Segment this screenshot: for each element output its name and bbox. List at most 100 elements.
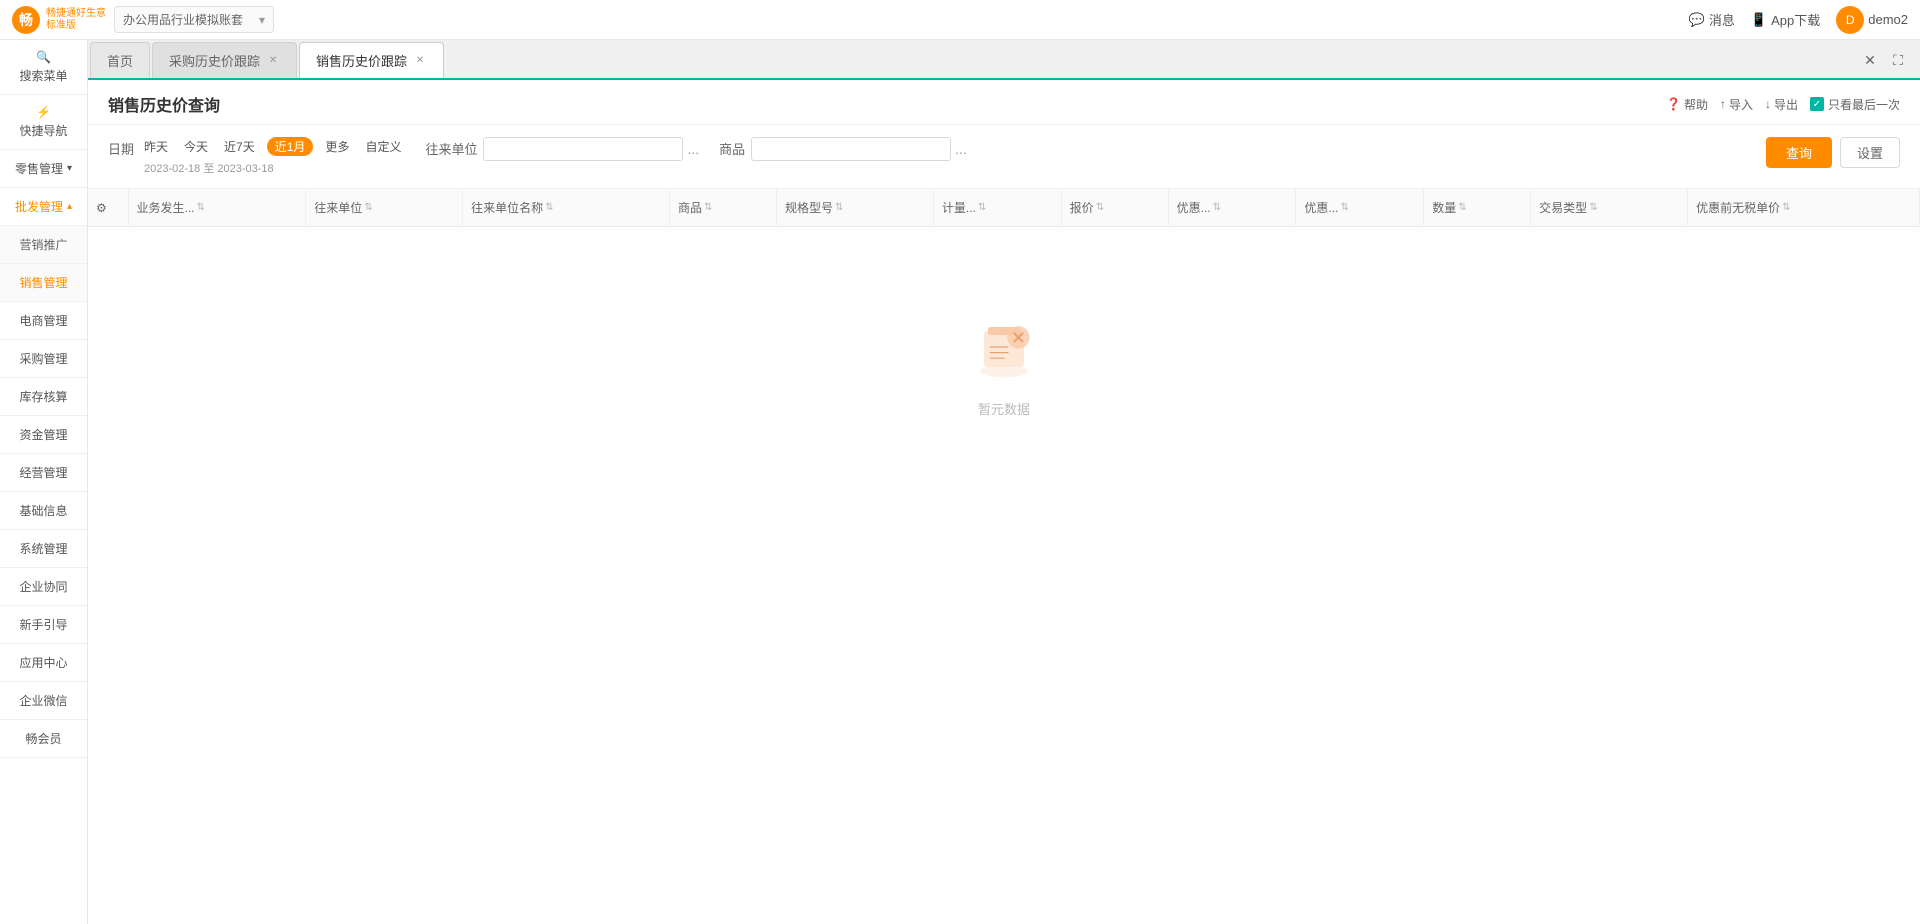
date-option-1month[interactable]: 近1月: [267, 137, 314, 156]
logo-icon: 畅: [12, 6, 40, 34]
settings-button[interactable]: 设置: [1840, 137, 1900, 168]
empty-state-icon: [964, 307, 1044, 387]
table-header-row: ⚙ 业务发生... ⇅ 往来单位: [88, 189, 1920, 227]
sort-product-icon: ⇅: [704, 202, 712, 213]
th-discount1[interactable]: 优惠... ⇅: [1168, 189, 1296, 227]
sort-spec-icon: ⇅: [835, 202, 843, 213]
help-action[interactable]: ❓ 帮助: [1666, 96, 1708, 113]
th-pre-tax-price[interactable]: 优惠前无税单价 ⇅: [1688, 189, 1920, 227]
sidebar-item-operation[interactable]: 经营管理: [0, 454, 87, 492]
page-header: 销售历史价查询 ❓ 帮助 ↑ 导入 ↓ 导出 ✓: [88, 80, 1920, 125]
sidebar-item-shortcut[interactable]: ⚡ 快捷导航: [0, 95, 87, 150]
th-biz-date-label: 业务发生...: [137, 199, 195, 216]
top-bar: 畅 畅捷通好生意标准版 办公用品行业模拟账套 ▾ 💬 消息 📱 App下载 D …: [0, 0, 1920, 40]
sidebar-item-inventory[interactable]: 库存核算: [0, 378, 87, 416]
tab-sales-history[interactable]: 销售历史价跟踪 ✕: [299, 42, 444, 78]
date-option-7days[interactable]: 近7天: [220, 137, 259, 156]
message-action[interactable]: 💬 消息: [1689, 10, 1735, 29]
sidebar-inventory-label: 库存核算: [19, 388, 67, 405]
date-option-custom[interactable]: 自定义: [361, 137, 405, 156]
sidebar-item-wechat[interactable]: 企业微信: [0, 682, 87, 720]
sort-quote-price-icon: ⇅: [1096, 202, 1104, 213]
sidebar-item-enterprise[interactable]: 企业协同: [0, 568, 87, 606]
tab-purchase-close-icon[interactable]: ✕: [266, 54, 280, 68]
sidebar-purchase-label: 采购管理: [19, 350, 67, 367]
workspace-selector[interactable]: 办公用品行业模拟账套 ▾: [114, 6, 274, 33]
top-bar-left: 畅 畅捷通好生意标准版 办公用品行业模拟账套 ▾: [12, 6, 274, 34]
th-partner[interactable]: 往来单位 ⇅: [306, 189, 463, 227]
table-container: ⚙ 业务发生... ⇅ 往来单位: [88, 189, 1920, 498]
filter-area: 日期 昨天 今天 近7天 近1月 更多 自定义 2023-02-18 至 202…: [88, 125, 1920, 189]
help-icon: ❓: [1666, 97, 1681, 111]
sidebar-item-member[interactable]: 畅会员: [0, 720, 87, 758]
sidebar-item-guide[interactable]: 新手引导: [0, 606, 87, 644]
partner-dots[interactable]: ...: [687, 141, 699, 157]
th-discount2[interactable]: 优惠... ⇅: [1296, 189, 1424, 227]
app-icon: 📱: [1751, 12, 1767, 28]
tab-bar: 首页 采购历史价跟踪 ✕ 销售历史价跟踪 ✕ ✕ ⛶: [88, 40, 1920, 80]
th-quote-price-label: 报价: [1070, 199, 1094, 216]
th-spec[interactable]: 规格型号 ⇅: [776, 189, 933, 227]
page-content: 销售历史价查询 ❓ 帮助 ↑ 导入 ↓ 导出 ✓: [88, 80, 1920, 924]
sidebar-sub-area: 营销推广 销售管理: [0, 226, 87, 302]
wholesale-arrow-icon: ▴: [67, 201, 72, 212]
tab-purchase-history[interactable]: 采购历史价跟踪 ✕: [152, 42, 297, 78]
page-header-actions: ❓ 帮助 ↑ 导入 ↓ 导出 ✓ 只看最后一次: [1666, 96, 1900, 113]
retail-arrow-icon: ▾: [67, 163, 72, 174]
query-button[interactable]: 查询: [1766, 137, 1832, 168]
import-label: 导入: [1729, 96, 1753, 113]
date-option-more[interactable]: 更多: [321, 137, 353, 156]
sidebar-item-apps[interactable]: 应用中心: [0, 644, 87, 682]
app-download-action[interactable]: 📱 App下载: [1751, 10, 1820, 29]
sidebar-item-sales[interactable]: 销售管理: [0, 264, 87, 302]
tab-close-all-btn[interactable]: ✕: [1860, 50, 1880, 70]
only-last-label: 只看最后一次: [1828, 96, 1900, 113]
th-product[interactable]: 商品 ⇅: [670, 189, 777, 227]
th-trade-type[interactable]: 交易类型 ⇅: [1531, 189, 1688, 227]
tab-maximize-btn[interactable]: ⛶: [1888, 50, 1908, 70]
th-quantity-label: 数量: [1432, 199, 1456, 216]
partner-filter-group: 往来单位 ...: [425, 137, 699, 161]
workspace-name: 办公用品行业模拟账套: [123, 11, 243, 28]
sidebar-wechat-label: 企业微信: [19, 692, 67, 709]
import-action[interactable]: ↑ 导入: [1720, 96, 1753, 113]
sidebar-item-purchase[interactable]: 采购管理: [0, 340, 87, 378]
tab-sales-close-icon[interactable]: ✕: [413, 54, 427, 68]
sidebar-item-system[interactable]: 系统管理: [0, 530, 87, 568]
tab-home[interactable]: 首页: [90, 42, 150, 78]
only-last-checkbox[interactable]: ✓ 只看最后一次: [1810, 96, 1900, 113]
partner-filter-label: 往来单位: [425, 139, 477, 158]
sort-unit-icon: ⇅: [978, 202, 986, 213]
sidebar-item-ecommerce[interactable]: 电商管理: [0, 302, 87, 340]
search-icon: 🔍: [36, 50, 51, 64]
th-unit[interactable]: 计量... ⇅: [933, 189, 1061, 227]
th-quantity[interactable]: 数量 ⇅: [1424, 189, 1531, 227]
sidebar-item-wholesale[interactable]: 批发管理 ▴: [0, 188, 87, 226]
sidebar-item-finance[interactable]: 资金管理: [0, 416, 87, 454]
message-icon: 💬: [1689, 12, 1705, 28]
sidebar-item-marketing[interactable]: 营销推广: [0, 226, 87, 264]
user-action[interactable]: D demo2: [1836, 6, 1908, 34]
th-settings[interactable]: ⚙: [88, 189, 128, 227]
sidebar-item-basic[interactable]: 基础信息: [0, 492, 87, 530]
date-option-today[interactable]: 今天: [180, 137, 212, 156]
th-quote-price[interactable]: 报价 ⇅: [1061, 189, 1168, 227]
th-biz-date[interactable]: 业务发生... ⇅: [128, 189, 306, 227]
export-action[interactable]: ↓ 导出: [1765, 96, 1798, 113]
th-partner-name[interactable]: 往来单位名称 ⇅: [463, 189, 670, 227]
sidebar-item-retail[interactable]: 零售管理 ▾: [0, 150, 87, 188]
product-input-group: ...: [751, 137, 967, 161]
th-partner-label: 往来单位: [314, 199, 362, 216]
sidebar-retail-label: 零售管理: [15, 160, 63, 177]
sort-trade-type-icon: ⇅: [1589, 202, 1597, 213]
shortcut-icon: ⚡: [36, 105, 51, 119]
sort-biz-date-icon: ⇅: [197, 202, 205, 213]
empty-state: 暂元数据: [88, 227, 1920, 498]
logo-text: 畅捷通好生意标准版: [46, 8, 106, 32]
product-input[interactable]: [751, 137, 951, 161]
date-option-yesterday[interactable]: 昨天: [140, 137, 172, 156]
product-dots[interactable]: ...: [955, 141, 967, 157]
sidebar-item-search[interactable]: 🔍 搜索菜单: [0, 40, 87, 95]
partner-input[interactable]: [483, 137, 683, 161]
message-label: 消息: [1709, 10, 1735, 29]
